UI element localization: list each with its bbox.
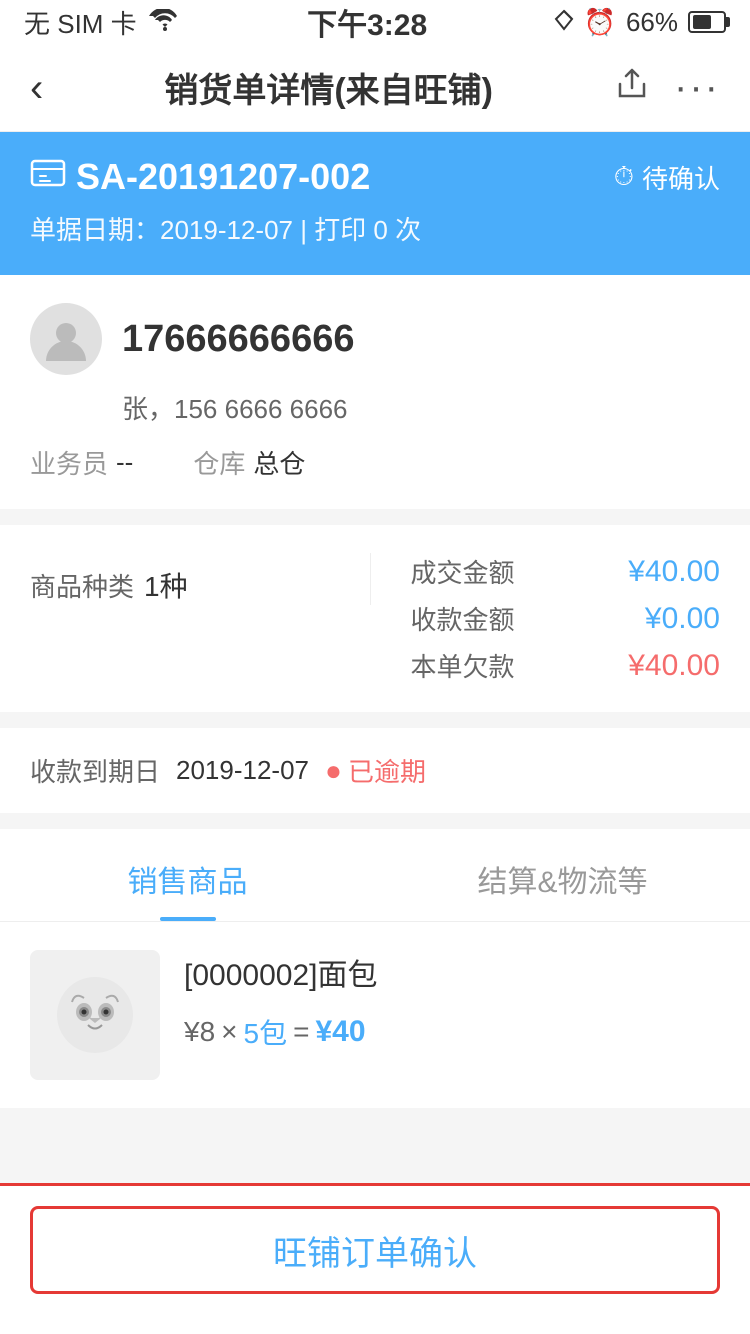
salesperson-item: 业务员 -- [30,444,133,481]
customer-meta: 业务员 -- 仓库 总仓 [30,444,720,481]
customer-section: 17666666666 张，156 6666 6666 业务员 -- 仓库 总仓 [0,275,750,509]
status-right: ⏰ 66% [554,7,726,38]
product-name: [0000002]面包 [184,950,720,994]
salesperson-label: 业务员 [30,444,108,481]
received-label: 收款金额 [411,600,515,637]
product-section: [0000002]面包 ¥8 × 5包 = ¥40 [0,922,750,1108]
received-value: ¥0.00 [645,602,720,636]
outstanding-row: 本单欠款 ¥40.00 [411,647,721,684]
deal-label: 成交金额 [411,553,515,590]
product-info: [0000002]面包 ¥8 × 5包 = ¥40 [184,950,720,1052]
equals-sign: = [293,1016,309,1048]
product-total: ¥40 [315,1015,365,1049]
product-price: ¥8 × 5包 = ¥40 [184,1012,720,1052]
order-header-top: SA-20191207-002 ⏱ 待确认 [30,156,720,198]
stats-section: 商品种类 1种 成交金额 ¥40.00 收款金额 ¥0.00 本单欠款 ¥40.… [0,525,750,712]
goods-type-value: 1种 [144,565,188,605]
overdue-text: 已逾期 [348,752,426,789]
battery-icon [688,11,726,33]
outstanding-label: 本单欠款 [411,647,515,684]
status-text: 待确认 [642,159,720,196]
multiply-sign: × [221,1016,237,1048]
stats-right: 成交金额 ¥40.00 收款金额 ¥0.00 本单欠款 ¥40.00 [371,553,721,684]
status-bar: 无 SIM 卡 下午3:28 ⏰ 66% [0,0,750,44]
warehouse-value: 总仓 [253,444,305,481]
wifi-icon [149,7,181,38]
confirm-order-button[interactable]: 旺铺订单确认 [30,1206,720,1294]
status-time: 下午3:28 [307,0,427,44]
goods-type-label: 商品种类 [30,567,134,604]
order-id: SA-20191207-002 [30,156,370,198]
overdue-badge: ● 已逾期 [325,752,426,789]
share-icon[interactable] [614,66,650,110]
nav-actions: ··· [614,65,720,110]
nav-bar: ‹ 销货单详情(来自旺铺) ··· [0,44,750,132]
tab-settlement[interactable]: 结算&物流等 [375,829,750,921]
deal-value: ¥40.00 [628,555,720,589]
customer-name: 张，156 6666 6666 [30,389,720,426]
goods-type-row: 商品种类 1种 [30,553,340,605]
unit-price: ¥8 [184,1016,215,1048]
salesperson-value: -- [116,447,133,478]
order-icon [30,159,66,195]
product-qty: 5包 [244,1012,288,1052]
battery-percent: 66% [626,7,678,38]
due-section: 收款到期日 2019-12-07 ● 已逾期 [0,728,750,813]
more-icon[interactable]: ··· [674,65,720,110]
carrier-label: 无 SIM 卡 [24,4,137,41]
location-icon [554,7,574,38]
customer-top: 17666666666 [30,303,720,375]
page-title: 销货单详情(来自旺铺) [164,63,493,112]
avatar [30,303,102,375]
due-label: 收款到期日 [30,752,160,789]
outstanding-value: ¥40.00 [628,649,720,683]
warehouse-item: 仓库 总仓 [193,444,305,481]
tabs-bar: 销售商品 结算&物流等 [0,829,750,922]
warehouse-label: 仓库 [193,444,245,481]
order-date: 单据日期：2019-12-07 | 打印 0 次 [30,210,720,247]
deal-row: 成交金额 ¥40.00 [411,553,721,590]
clock-icon: ⏱ [614,161,634,193]
product-thumbnail [30,950,160,1080]
bottom-bar: 旺铺订单确认 [0,1183,750,1334]
overdue-icon: ● [325,755,342,787]
order-status: ⏱ 待确认 [614,159,720,196]
received-row: 收款金额 ¥0.00 [411,600,721,637]
status-left: 无 SIM 卡 [24,4,181,41]
tab-sales-goods[interactable]: 销售商品 [0,829,375,921]
order-header: SA-20191207-002 ⏱ 待确认 单据日期：2019-12-07 | … [0,132,750,275]
back-button[interactable]: ‹ [30,68,43,108]
alarm-icon: ⏰ [584,7,616,38]
stats-left: 商品种类 1种 [30,553,371,605]
due-date: 2019-12-07 [176,755,309,786]
customer-phone: 17666666666 [122,318,354,361]
